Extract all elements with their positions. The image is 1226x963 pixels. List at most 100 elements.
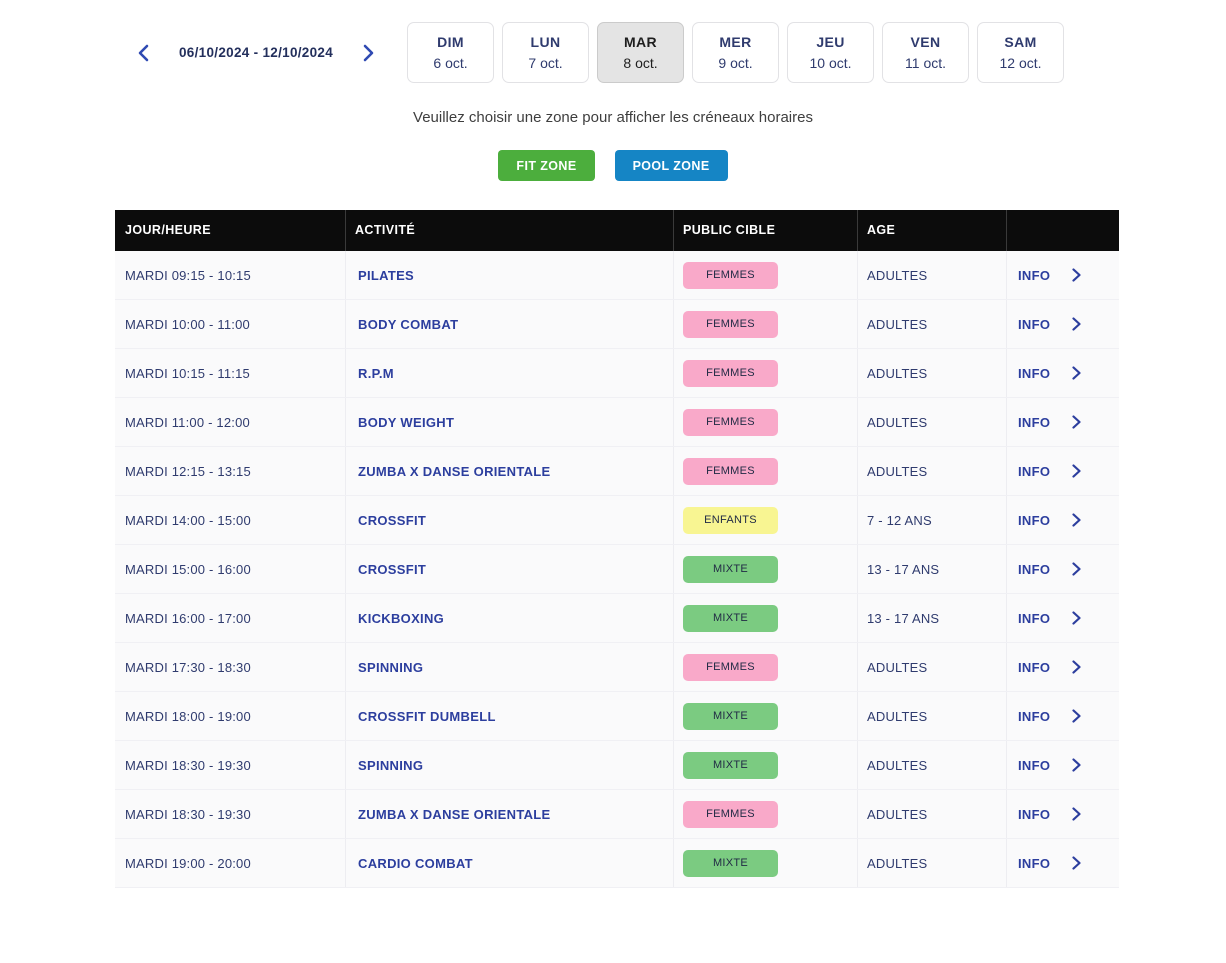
audience-badge: MIXTE <box>683 702 778 730</box>
audience-badge: FEMMES <box>683 457 778 485</box>
header-public-cible: PUBLIC CIBLE <box>673 210 857 251</box>
header-empty <box>1006 210 1119 251</box>
row-info-link[interactable]: INFO <box>1006 496 1119 544</box>
chevron-right-icon[interactable] <box>1071 415 1082 429</box>
row-age: ADULTES <box>857 398 1006 446</box>
day-tab-ven[interactable]: VEN 11 oct. <box>882 22 970 83</box>
chevron-right-icon[interactable] <box>1071 758 1082 772</box>
day-tabs: DIM 6 oct. LUN 7 oct. MAR 8 oct. MER 9 o… <box>407 22 1065 83</box>
chevron-right-icon[interactable] <box>1071 562 1082 576</box>
table-header: JOUR/HEURE ACTIVITÉ PUBLIC CIBLE AGE <box>115 210 1119 251</box>
row-public-cible: MIXTE <box>673 594 857 642</box>
chevron-left-icon <box>138 44 149 61</box>
day-tab-sam[interactable]: SAM 12 oct. <box>977 22 1065 83</box>
row-activity: SPINNING <box>345 643 673 691</box>
row-time: MARDI 12:15 - 13:15 <box>125 463 251 479</box>
row-time: MARDI 14:00 - 15:00 <box>125 512 251 528</box>
info-label[interactable]: INFO <box>1018 513 1050 528</box>
row-time: MARDI 10:00 - 11:00 <box>125 316 250 332</box>
chevron-right-icon[interactable] <box>1071 856 1082 870</box>
schedule-table: JOUR/HEURE ACTIVITÉ PUBLIC CIBLE AGE MAR… <box>115 210 1119 888</box>
chevron-right-icon[interactable] <box>1071 317 1082 331</box>
row-info-link[interactable]: INFO <box>1006 447 1119 495</box>
info-label[interactable]: INFO <box>1018 415 1050 430</box>
info-label[interactable]: INFO <box>1018 611 1050 626</box>
audience-badge: MIXTE <box>683 604 778 632</box>
table-body: MARDI 09:15 - 10:15 PILATES FEMMES ADULT… <box>115 251 1119 888</box>
header-age: AGE <box>857 210 1006 251</box>
row-public-cible: FEMMES <box>673 447 857 495</box>
row-activity: BODY WEIGHT <box>345 398 673 446</box>
row-public-cible: FEMMES <box>673 790 857 838</box>
info-label[interactable]: INFO <box>1018 562 1050 577</box>
row-age: ADULTES <box>857 839 1006 887</box>
row-info-link[interactable]: INFO <box>1006 643 1119 691</box>
info-label[interactable]: INFO <box>1018 856 1050 871</box>
day-tab-lun[interactable]: LUN 7 oct. <box>502 22 590 83</box>
table-row: MARDI 11:00 - 12:00 BODY WEIGHT FEMMES A… <box>115 398 1119 447</box>
chevron-right-icon[interactable] <box>1071 464 1082 478</box>
date-range-label: 06/10/2024 - 12/10/2024 <box>179 45 334 60</box>
chevron-right-icon[interactable] <box>1071 807 1082 821</box>
day-tab-dim[interactable]: DIM 6 oct. <box>407 22 495 83</box>
row-public-cible: MIXTE <box>673 839 857 887</box>
info-label[interactable]: INFO <box>1018 660 1050 675</box>
row-info-link[interactable]: INFO <box>1006 741 1119 789</box>
chevron-right-icon[interactable] <box>1071 366 1082 380</box>
table-row: MARDI 18:30 - 19:30 SPINNING MIXTE ADULT… <box>115 741 1119 790</box>
header-activite: ACTIVITÉ <box>345 210 673 251</box>
row-info-link[interactable]: INFO <box>1006 545 1119 593</box>
day-tab-jeu[interactable]: JEU 10 oct. <box>787 22 875 83</box>
chevron-right-icon[interactable] <box>1071 660 1082 674</box>
row-time: MARDI 10:15 - 11:15 <box>125 365 250 381</box>
fit-zone-button[interactable]: FIT ZONE <box>498 150 595 181</box>
info-label[interactable]: INFO <box>1018 758 1050 773</box>
row-info-link[interactable]: INFO <box>1006 300 1119 348</box>
info-label[interactable]: INFO <box>1018 464 1050 479</box>
row-age: ADULTES <box>857 251 1006 299</box>
day-date: 11 oct. <box>905 55 947 71</box>
row-time: MARDI 11:00 - 12:00 <box>125 414 250 430</box>
day-date: 6 oct. <box>433 55 468 71</box>
row-time: MARDI 16:00 - 17:00 <box>125 610 251 626</box>
row-activity: BODY COMBAT <box>345 300 673 348</box>
chevron-right-icon[interactable] <box>1071 709 1082 723</box>
day-tab-mar[interactable]: MAR 8 oct. <box>597 22 685 83</box>
prev-week-button[interactable] <box>135 42 153 64</box>
table-row: MARDI 16:00 - 17:00 KICKBOXING MIXTE 13 … <box>115 594 1119 643</box>
info-label[interactable]: INFO <box>1018 366 1050 381</box>
row-public-cible: FEMMES <box>673 643 857 691</box>
info-label[interactable]: INFO <box>1018 709 1050 724</box>
row-public-cible: FEMMES <box>673 398 857 446</box>
row-info-link[interactable]: INFO <box>1006 790 1119 838</box>
chevron-right-icon[interactable] <box>1071 611 1082 625</box>
row-info-link[interactable]: INFO <box>1006 839 1119 887</box>
row-public-cible: MIXTE <box>673 741 857 789</box>
info-label[interactable]: INFO <box>1018 807 1050 822</box>
row-info-link[interactable]: INFO <box>1006 251 1119 299</box>
table-row: MARDI 10:15 - 11:15 R.P.M FEMMES ADULTES… <box>115 349 1119 398</box>
row-activity: ZUMBA X DANSE ORIENTALE <box>345 447 673 495</box>
row-age: ADULTES <box>857 643 1006 691</box>
audience-badge: FEMMES <box>683 408 778 436</box>
header-jour-heure: JOUR/HEURE <box>125 223 211 237</box>
row-info-link[interactable]: INFO <box>1006 398 1119 446</box>
row-age: 13 - 17 ANS <box>857 545 1006 593</box>
row-info-link[interactable]: INFO <box>1006 594 1119 642</box>
info-label[interactable]: INFO <box>1018 317 1050 332</box>
pool-zone-button[interactable]: POOL ZONE <box>614 150 728 181</box>
row-info-link[interactable]: INFO <box>1006 349 1119 397</box>
zone-instruction: Veuillez choisir une zone pour afficher … <box>413 109 813 126</box>
day-abbr: MAR <box>623 34 658 50</box>
table-row: MARDI 18:00 - 19:00 CROSSFIT DUMBELL MIX… <box>115 692 1119 741</box>
row-activity: SPINNING <box>345 741 673 789</box>
next-week-button[interactable] <box>359 42 377 64</box>
info-label[interactable]: INFO <box>1018 268 1050 283</box>
row-public-cible: FEMMES <box>673 349 857 397</box>
chevron-right-icon[interactable] <box>1071 513 1082 527</box>
day-tab-mer[interactable]: MER 9 oct. <box>692 22 780 83</box>
chevron-right-icon[interactable] <box>1071 268 1082 282</box>
row-age: ADULTES <box>857 741 1006 789</box>
row-info-link[interactable]: INFO <box>1006 692 1119 740</box>
day-abbr: DIM <box>437 34 464 50</box>
